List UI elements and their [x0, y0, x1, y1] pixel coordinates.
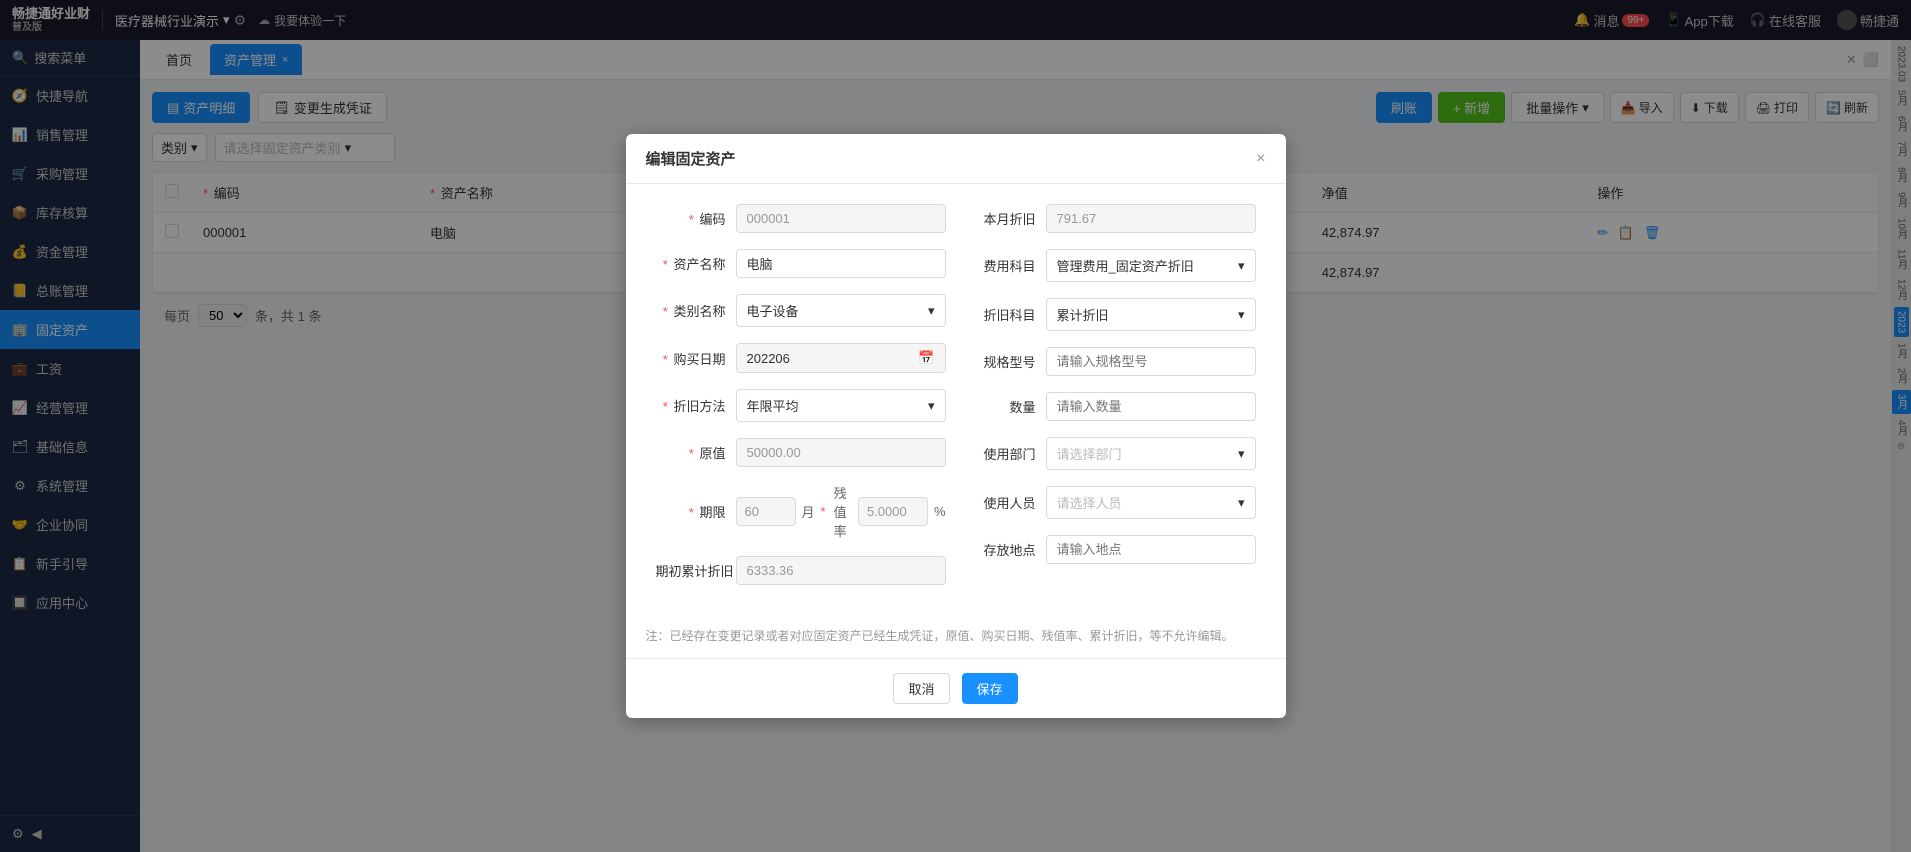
field-person: 使用人员 请选择人员 ▾: [966, 486, 1256, 519]
modal-close-btn[interactable]: ×: [1256, 150, 1265, 168]
residual-rate-input[interactable]: [858, 497, 928, 526]
field-spec: 规格型号: [966, 347, 1256, 376]
field-expense-subject: 费用科目 管理费用_固定资产折旧 ▾: [966, 249, 1256, 282]
original-value-input[interactable]: [736, 438, 946, 467]
period-residual-inline: 月 * 残值率 %: [736, 483, 946, 540]
calendar-icon: 📅: [918, 350, 934, 366]
field-department: 使用部门 请选择部门 ▾: [966, 437, 1256, 470]
save-btn[interactable]: 保存: [962, 673, 1018, 704]
cancel-btn[interactable]: 取消: [893, 673, 949, 704]
chevron-down-icon: ▾: [928, 398, 935, 414]
field-location: 存放地点: [966, 535, 1256, 564]
field-initial-depreciation: 期初累计折旧: [656, 556, 946, 585]
modal-header: 编辑固定资产 ×: [626, 134, 1286, 184]
field-quantity: 数量: [966, 392, 1256, 421]
purchase-date-input[interactable]: 202206 📅: [736, 343, 946, 373]
person-select[interactable]: 请选择人员 ▾: [1046, 486, 1256, 519]
initial-depreciation-input[interactable]: [736, 556, 946, 585]
monthly-depreciation-input: [1046, 204, 1256, 233]
period-input[interactable]: [736, 497, 796, 526]
modal-title: 编辑固定资产: [646, 148, 736, 169]
category-select-input[interactable]: 电子设备 ▾: [736, 294, 946, 327]
modal-footer: 取消 保存: [626, 658, 1286, 718]
asset-name-input[interactable]: [736, 249, 946, 278]
depreciation-method-select[interactable]: 年限平均 ▾: [736, 389, 946, 422]
spec-input[interactable]: [1046, 347, 1256, 376]
field-period-residual: * 期限 月 * 残值率 %: [656, 483, 946, 540]
modal-left-col: * 编码 * 资产名称 * 类别名称: [646, 204, 956, 601]
depreciation-subject-select[interactable]: 累计折旧 ▾: [1046, 298, 1256, 331]
modal-body: * 编码 * 资产名称 * 类别名称: [626, 184, 1286, 621]
field-original-value: * 原值: [656, 438, 946, 467]
field-purchase-date: * 购买日期 202206 📅: [656, 343, 946, 373]
field-monthly-depreciation: 本月折旧: [966, 204, 1256, 233]
modal-overlay: 编辑固定资产 × * 编码 * 资产名称: [0, 0, 1911, 852]
chevron-down-icon: ▾: [1238, 495, 1245, 511]
field-depreciation-subject: 折旧科目 累计折旧 ▾: [966, 298, 1256, 331]
modal-right-col: 本月折旧 费用科目 管理费用_固定资产折旧 ▾: [956, 204, 1266, 601]
chevron-down-icon: ▾: [1238, 258, 1245, 274]
department-select[interactable]: 请选择部门 ▾: [1046, 437, 1256, 470]
edit-asset-modal: 编辑固定资产 × * 编码 * 资产名称: [626, 134, 1286, 718]
field-depreciation-method: * 折旧方法 年限平均 ▾: [656, 389, 946, 422]
modal-note: 注：已经存在变更记录或者对应固定资产已经生成凭证，原值、购买日期、残值率、累计折…: [626, 621, 1286, 658]
code-input[interactable]: [736, 204, 946, 233]
field-code: * 编码: [656, 204, 946, 233]
field-category: * 类别名称 电子设备 ▾: [656, 294, 946, 327]
field-asset-name: * 资产名称: [656, 249, 946, 278]
expense-subject-select[interactable]: 管理费用_固定资产折旧 ▾: [1046, 249, 1256, 282]
quantity-input[interactable]: [1046, 392, 1256, 421]
chevron-down-icon: ▾: [1238, 307, 1245, 323]
location-input[interactable]: [1046, 535, 1256, 564]
chevron-down-icon: ▾: [928, 303, 935, 319]
chevron-down-icon: ▾: [1238, 446, 1245, 462]
